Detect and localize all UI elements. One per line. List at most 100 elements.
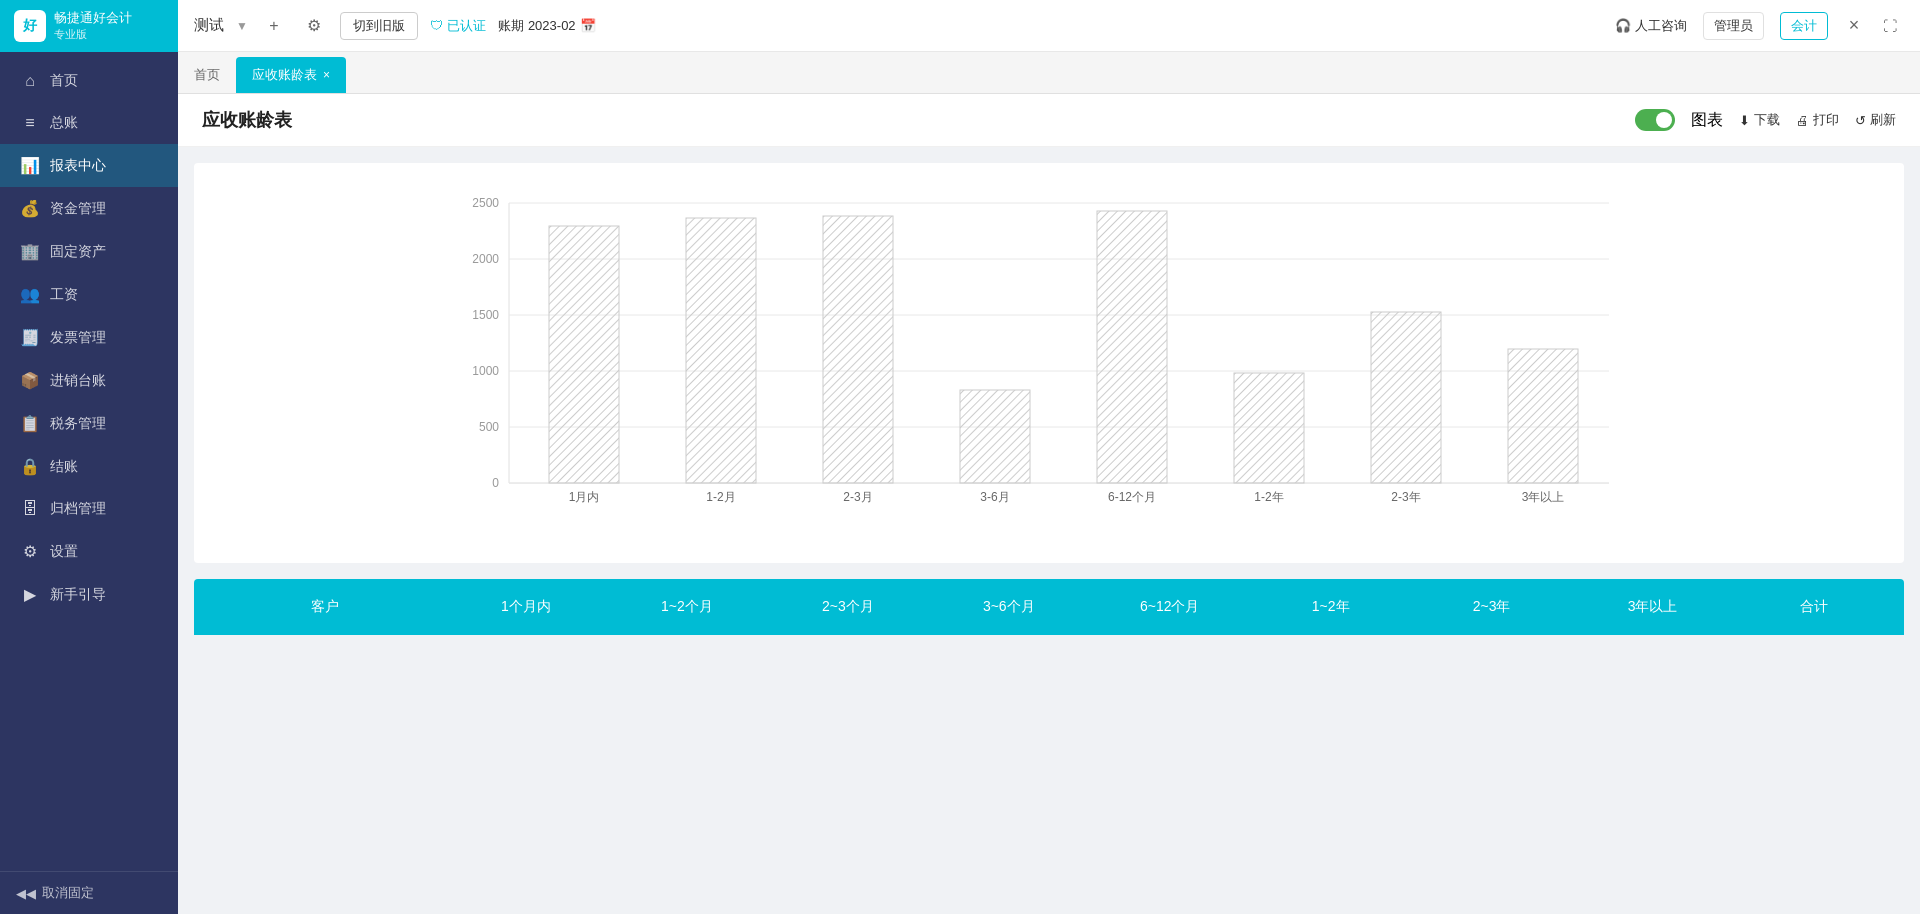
topbar-window-actions: × ⛶: [1840, 12, 1904, 40]
print-icon: 🖨: [1796, 113, 1809, 128]
chart-toggle[interactable]: [1635, 109, 1675, 131]
period-value: 2023-02: [528, 18, 576, 33]
topbar-right: 🎧 人工咨询 管理员 会计: [1615, 12, 1828, 40]
certified-label: 已认证: [447, 17, 486, 35]
chart-toggle-label: 图表: [1691, 110, 1723, 131]
close-window-button[interactable]: ×: [1840, 12, 1868, 40]
headset-icon: 🎧: [1615, 18, 1631, 33]
tab-home[interactable]: 首页: [178, 57, 236, 93]
nav-icon-assets: 🏢: [20, 242, 40, 261]
certified-badge: 🛡 已认证: [430, 17, 486, 35]
support-button[interactable]: 🎧 人工咨询: [1615, 17, 1687, 35]
nav-label-archive: 归档管理: [50, 500, 106, 518]
add-button[interactable]: +: [260, 12, 288, 40]
sidebar-item-invoice[interactable]: 🧾 发票管理: [0, 316, 178, 359]
bar-6-12月: [1097, 211, 1167, 483]
support-label: 人工咨询: [1635, 17, 1687, 35]
table-header-cell-4: 3~6个月: [928, 598, 1089, 616]
aging-chart: 0 500 1000 1500 2000 2500 1月内: [214, 183, 1884, 543]
sidebar-item-settings[interactable]: ⚙ 设置: [0, 530, 178, 573]
nav-label-settings: 设置: [50, 543, 78, 561]
sidebar-item-funds[interactable]: 💰 资金管理: [0, 187, 178, 230]
company-name: 测试: [194, 16, 224, 35]
table-header-cell-9: 合计: [1733, 598, 1894, 616]
bar-2-3月: [823, 216, 893, 483]
logo-area: 好 畅捷通好会计 专业版: [0, 0, 178, 52]
download-button[interactable]: ⬇ 下载: [1739, 111, 1780, 129]
table-header-cell-6: 1~2年: [1250, 598, 1411, 616]
print-button[interactable]: 🖨 打印: [1796, 111, 1839, 129]
tab-close-icon[interactable]: ×: [323, 68, 330, 82]
app-edition: 专业版: [54, 27, 132, 41]
expand-window-button[interactable]: ⛶: [1876, 12, 1904, 40]
download-icon: ⬇: [1739, 113, 1750, 128]
sidebar-item-ledger[interactable]: ≡ 总账: [0, 102, 178, 144]
shield-icon: 🛡: [430, 18, 443, 33]
sidebar: 好 畅捷通好会计 专业版 ⌂ 首页 ≡ 总账 📊 报表中心 💰 资金管理 🏢 固…: [0, 0, 178, 914]
svg-text:6-12个月: 6-12个月: [1108, 490, 1156, 504]
nav-icon-inventory: 📦: [20, 371, 40, 390]
nav-label-ledger: 总账: [50, 114, 78, 132]
table-header-cell-7: 2~3年: [1411, 598, 1572, 616]
sidebar-footer[interactable]: ◀◀ 取消固定: [0, 871, 178, 914]
sidebar-item-close[interactable]: 🔒 结账: [0, 445, 178, 488]
svg-text:0: 0: [492, 476, 499, 490]
print-label: 打印: [1813, 111, 1839, 129]
bar-1-2月: [686, 218, 756, 483]
nav-icon-invoice: 🧾: [20, 328, 40, 347]
svg-text:500: 500: [479, 420, 499, 434]
report-title: 应收账龄表: [202, 108, 292, 132]
role-button[interactable]: 会计: [1780, 12, 1828, 40]
nav-icon-ledger: ≡: [20, 114, 40, 132]
tab-home-label: 首页: [194, 66, 220, 84]
tab-aging-label: 应收账龄表: [252, 66, 317, 84]
table-header: 客户1个月内1~2个月2~3个月3~6个月6~12个月1~2年2~3年3年以上合…: [194, 579, 1904, 635]
period-text-label: 账期: [498, 17, 524, 35]
logo-text: 畅捷通好会计 专业版: [54, 10, 132, 41]
sidebar-item-archive[interactable]: 🗄 归档管理: [0, 488, 178, 530]
svg-text:2000: 2000: [472, 252, 499, 266]
period-display: 账期 2023-02 📅: [498, 17, 596, 35]
table-header-cell-1: 1个月内: [445, 598, 606, 616]
nav-icon-funds: 💰: [20, 199, 40, 218]
nav-label-guide: 新手引导: [50, 586, 106, 604]
bar-3年以上: [1508, 349, 1578, 483]
svg-text:2-3年: 2-3年: [1391, 490, 1420, 504]
calendar-icon[interactable]: 📅: [580, 18, 596, 33]
nav-icon-close: 🔒: [20, 457, 40, 476]
svg-text:1-2月: 1-2月: [706, 490, 735, 504]
bar-1月内: [549, 226, 619, 483]
sidebar-item-payroll[interactable]: 👥 工资: [0, 273, 178, 316]
nav-label-inventory: 进销台账: [50, 372, 106, 390]
sidebar-item-guide[interactable]: ▶ 新手引导: [0, 573, 178, 616]
content-area: 应收账龄表 图表 ⬇ 下载 🖨 打印 ↺ 刷新: [178, 94, 1920, 914]
nav-label-assets: 固定资产: [50, 243, 106, 261]
nav-label-payroll: 工资: [50, 286, 78, 304]
sidebar-item-tax[interactable]: 📋 税务管理: [0, 402, 178, 445]
refresh-label: 刷新: [1870, 111, 1896, 129]
nav-icon-archive: 🗄: [20, 500, 40, 518]
table-header-cell-2: 1~2个月: [606, 598, 767, 616]
company-dropdown-icon[interactable]: ▼: [236, 19, 248, 33]
nav-label-reports: 报表中心: [50, 157, 106, 175]
nav-label-close: 结账: [50, 458, 78, 476]
bar-2-3年: [1371, 312, 1441, 483]
svg-text:3年以上: 3年以上: [1522, 490, 1565, 504]
nav-icon-tax: 📋: [20, 414, 40, 433]
sidebar-item-reports[interactable]: 📊 报表中心: [0, 144, 178, 187]
refresh-button[interactable]: ↺ 刷新: [1855, 111, 1896, 129]
old-version-button[interactable]: 切到旧版: [340, 12, 418, 40]
settings-button[interactable]: ⚙: [300, 12, 328, 40]
chart-section: 0 500 1000 1500 2000 2500 1月内: [194, 163, 1904, 563]
tab-aging[interactable]: 应收账龄表 ×: [236, 57, 346, 93]
report-header: 应收账龄表 图表 ⬇ 下载 🖨 打印 ↺ 刷新: [178, 94, 1920, 147]
sidebar-item-assets[interactable]: 🏢 固定资产: [0, 230, 178, 273]
sidebar-item-inventory[interactable]: 📦 进销台账: [0, 359, 178, 402]
refresh-icon: ↺: [1855, 113, 1866, 128]
topbar: 测试 ▼ + ⚙ 切到旧版 🛡 已认证 账期 2023-02 📅 🎧 人工咨询 …: [178, 0, 1920, 52]
main-area: 测试 ▼ + ⚙ 切到旧版 🛡 已认证 账期 2023-02 📅 🎧 人工咨询 …: [178, 0, 1920, 914]
sidebar-item-home[interactable]: ⌂ 首页: [0, 60, 178, 102]
svg-text:1500: 1500: [472, 308, 499, 322]
admin-button[interactable]: 管理员: [1703, 12, 1764, 40]
table-header-cell-0: 客户: [204, 598, 445, 616]
